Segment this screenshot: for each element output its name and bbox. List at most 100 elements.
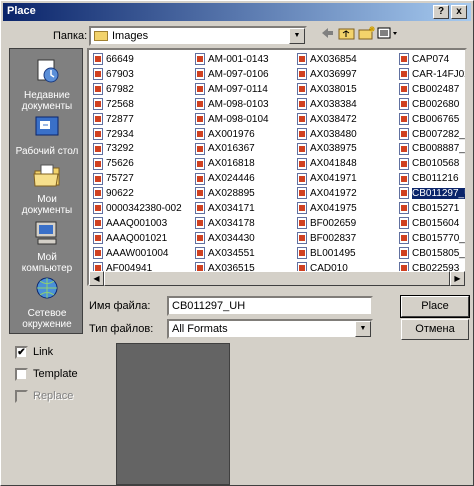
file-item[interactable]: AM-097-0106 (195, 68, 269, 82)
file-name: CB008887_U (412, 143, 467, 155)
file-item[interactable]: 75727 (93, 172, 134, 186)
place-button[interactable]: Place (400, 295, 470, 318)
scroll-right-icon[interactable]: ▶ (450, 271, 465, 286)
file-item[interactable]: AX038472 (297, 112, 357, 127)
file-item[interactable]: AX041975 (297, 202, 357, 216)
file-item[interactable]: AX024446 (195, 172, 255, 186)
folder-label: Папка: (53, 30, 88, 42)
file-item[interactable]: AX041848 (297, 157, 357, 171)
filename-input[interactable]: CB011297_UH (167, 296, 373, 316)
file-item[interactable]: 72934 (93, 127, 134, 142)
place-recent-documents[interactable]: Недавние документы (10, 57, 84, 112)
filetype-select[interactable]: All Formats ▼ (167, 319, 373, 339)
file-item[interactable]: AX016367 (195, 142, 255, 156)
file-item[interactable]: 72568 (93, 98, 134, 112)
back-button[interactable] (317, 25, 337, 43)
file-item[interactable]: CB011216 (399, 172, 459, 186)
file-item[interactable]: 67982 (93, 83, 134, 97)
file-item[interactable]: CB011297_U (399, 187, 465, 201)
file-item[interactable]: AX034430 (195, 232, 255, 246)
up-folder-button[interactable] (337, 25, 357, 43)
file-item[interactable]: CB015604 (399, 217, 459, 231)
file-item[interactable]: AAAQ001021 (93, 232, 167, 246)
file-item[interactable]: AM-001-0143 (195, 53, 269, 67)
file-name: AX016818 (208, 158, 255, 170)
file-item[interactable]: AX016818 (195, 157, 255, 171)
file-item[interactable]: AAAQ001003 (93, 217, 167, 231)
folder-combo[interactable]: Images ▼ (89, 26, 307, 46)
link-checkbox[interactable]: ✔ (15, 346, 28, 359)
file-item[interactable]: AM-098-0103 (195, 98, 269, 112)
file-item[interactable]: CB002680 (399, 98, 459, 112)
places-bar: Недавние документы Рабочий стол Мои доку… (9, 48, 83, 334)
file-item[interactable]: 0000342380-002 (93, 202, 182, 216)
file-item[interactable]: AX041971 (297, 172, 357, 186)
file-item[interactable]: 66649 (93, 53, 134, 67)
file-name: 72934 (106, 128, 134, 140)
file-item[interactable]: CAP074 (399, 53, 449, 67)
file-item[interactable]: CB008887_U (399, 142, 467, 156)
file-list[interactable]: 66649 67903 67982 72568 72877 72934 73292 75626… (87, 48, 467, 286)
file-name: CB006765 (412, 113, 460, 125)
file-item[interactable]: 73292 (93, 142, 134, 156)
file-item[interactable]: 72877 (93, 112, 134, 127)
image-file-icon (399, 202, 409, 215)
file-item[interactable]: AX028895 (195, 187, 255, 201)
horizontal-scrollbar[interactable]: ◀ ▶ (89, 271, 465, 286)
file-item[interactable]: BL001495 (297, 247, 356, 261)
place-label: Мои (37, 194, 57, 205)
file-item[interactable]: AAAW001004 (93, 247, 168, 261)
file-item[interactable]: AX034171 (195, 202, 255, 216)
file-item[interactable]: CB007282_U (399, 127, 465, 142)
scroll-thumb[interactable] (104, 271, 450, 286)
file-item[interactable]: AX038480 (297, 127, 357, 142)
template-checkbox[interactable] (15, 368, 28, 381)
file-item[interactable]: CB010568 (399, 157, 459, 171)
file-item[interactable]: CB002487 (399, 83, 459, 97)
file-item[interactable]: 67903 (93, 68, 134, 82)
file-item[interactable]: AX036997 (297, 68, 357, 82)
file-item[interactable]: BF002837 (297, 232, 356, 246)
file-name: AX038480 (310, 128, 357, 140)
file-item[interactable]: AX041972 (297, 187, 357, 201)
image-file-icon (93, 232, 103, 245)
file-item[interactable]: AX038384 (297, 98, 357, 112)
file-item[interactable]: 90622 (93, 187, 134, 201)
file-name: CB011216 (412, 173, 459, 185)
place-my-computer[interactable]: Мой компьютер (10, 219, 84, 274)
chevron-down-icon[interactable]: ▼ (355, 321, 371, 337)
file-item[interactable]: CAR-14FJ023 (399, 68, 465, 82)
file-item[interactable]: CB015770_U (399, 232, 465, 246)
file-item[interactable]: AX038015 (297, 83, 357, 97)
cancel-button[interactable]: Отмена (401, 319, 469, 340)
title-bar: Place ? x (3, 3, 471, 21)
file-item[interactable]: CB015271 (399, 202, 459, 216)
file-name: AAAW001004 (106, 247, 169, 259)
help-button[interactable]: ? (433, 5, 449, 19)
place-desktop[interactable]: Рабочий стол (10, 113, 84, 157)
new-folder-button[interactable] (357, 25, 377, 43)
file-item[interactable]: CB006765 (399, 112, 460, 127)
file-item[interactable]: AX036854 (297, 53, 357, 67)
file-name: AX016367 (208, 143, 255, 155)
place-network[interactable]: Сетевое окружение (10, 275, 84, 330)
file-item[interactable]: 75626 (93, 157, 134, 171)
file-item[interactable]: AX038975 (297, 142, 357, 156)
file-item[interactable]: AX034178 (195, 217, 255, 231)
image-file-icon (93, 142, 103, 155)
file-item[interactable]: AX001976 (195, 127, 255, 142)
scroll-left-icon[interactable]: ◀ (89, 271, 104, 286)
place-dialog: Place ? x Папка: Images ▼ Недавние докум… (0, 0, 474, 486)
file-item[interactable]: AX034551 (195, 247, 255, 261)
close-button[interactable]: x (451, 5, 467, 19)
file-name: AM-097-0114 (208, 83, 268, 95)
file-name: BF002659 (310, 217, 357, 229)
file-item[interactable]: BF002659 (297, 217, 356, 231)
file-item[interactable]: CB015805_U (399, 247, 465, 261)
place-label: Рабочий стол (15, 146, 79, 157)
chevron-down-icon[interactable]: ▼ (289, 28, 305, 44)
file-item[interactable]: AM-098-0104 (195, 112, 269, 127)
view-menu-button[interactable] (377, 25, 399, 43)
place-my-documents[interactable]: Мои документы (10, 161, 84, 216)
file-item[interactable]: AM-097-0114 (195, 83, 268, 97)
